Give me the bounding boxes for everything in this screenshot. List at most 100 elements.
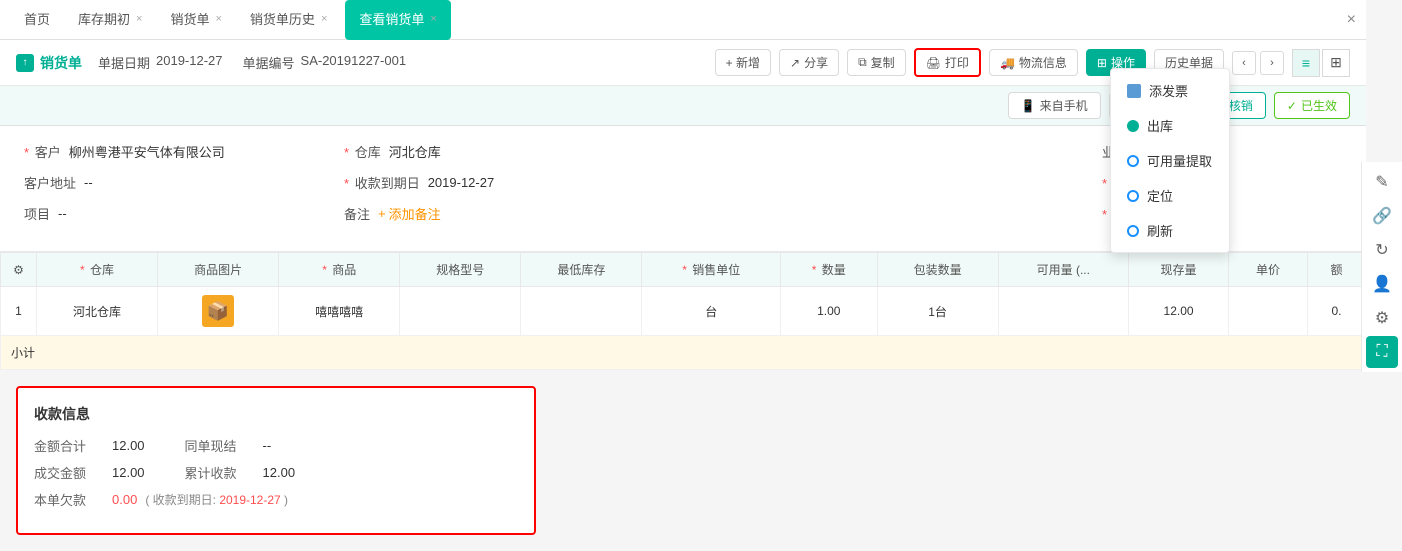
tab-home[interactable]: 首页 (10, 0, 64, 40)
tab-sales-history-label: 销货单历史 (250, 9, 315, 28)
row-warehouse: 河北仓库 (37, 287, 158, 336)
doc-date-field: 单据日期 2019-12-27 (98, 53, 223, 72)
summary-title: 收款信息 (34, 404, 518, 424)
transaction-amount-item: 成交金额 12.00 (34, 463, 145, 482)
locate-icon (1127, 190, 1139, 202)
summary-row-2: 成交金额 12.00 累计收款 12.00 (34, 463, 518, 482)
sidebar-edit-icon[interactable]: ✎ (1366, 166, 1398, 198)
due-date-red: 2019-12-27 (219, 493, 280, 507)
out-warehouse-label: 出库 (1147, 116, 1173, 135)
tab-sales-history-close[interactable]: × (321, 13, 327, 25)
tab-sales-order-close[interactable]: × (215, 13, 221, 25)
total-amount-label: 金额合计 (34, 436, 104, 455)
add-note-button[interactable]: + 添加备注 (378, 204, 441, 223)
transaction-amount-value: 12.00 (112, 465, 145, 480)
plus-icon: + (378, 206, 386, 221)
dropdown-add-invoice[interactable]: 添发票 (1111, 73, 1229, 108)
tab-sales-order[interactable]: 销货单 × (156, 0, 235, 40)
tab-inventory-init[interactable]: 库存期初 × (64, 0, 156, 40)
row-spec (400, 287, 521, 336)
col-unit-price: 单价 (1229, 253, 1308, 287)
row-current-stock: 12.00 (1129, 287, 1229, 336)
dropdown-menu: 添发票 出库 可用量提取 定位 刷新 (1110, 68, 1230, 253)
col-quantity: * 数量 (781, 253, 878, 287)
payment-date-field: * 收款到期日 2019-12-27 (344, 173, 624, 192)
view-toggle: ≡ ⊞ (1292, 49, 1350, 77)
customer-field: * 客户 柳州粤港平安气体有限公司 (24, 142, 304, 161)
total-amount-value: 12.00 (112, 438, 145, 453)
tab-home-label: 首页 (24, 9, 50, 28)
list-view-btn[interactable]: ≡ (1292, 49, 1320, 77)
new-button[interactable]: + 新增 (715, 49, 771, 76)
share-label: 分享 (804, 54, 828, 71)
note-field: 备注 + 添加备注 (344, 204, 624, 223)
tab-view-sales[interactable]: 查看销货单 × (345, 0, 450, 40)
col-product-img: 商品图片 (158, 253, 279, 287)
sidebar-user2-icon[interactable]: ⚙ (1366, 302, 1398, 334)
grid-icon: ⊞ (1097, 56, 1107, 70)
col-sales-unit: * 销售单位 (642, 253, 781, 287)
row-min-stock (521, 287, 642, 336)
row-sales-unit: 台 (642, 287, 781, 336)
from-phone-button[interactable]: 📱 来自手机 (1008, 92, 1101, 119)
doc-no-field: 单据编号 SA-20191227-001 (243, 53, 407, 72)
row-available (998, 287, 1128, 336)
col-min-stock: 最低库存 (521, 253, 642, 287)
sidebar-user-icon[interactable]: 👤 (1366, 268, 1398, 300)
copy-button[interactable]: ⧉ 复制 (847, 49, 906, 76)
sidebar-link-icon[interactable]: 🔗 (1366, 200, 1398, 232)
customer-value: 柳州粤港平安气体有限公司 (69, 142, 225, 161)
logistics-button[interactable]: 🚚 物流信息 (989, 49, 1078, 76)
available-qty-label: 可用量提取 (1147, 151, 1212, 170)
doc-title-area: ↑ 销货单 (16, 53, 82, 73)
same-order-value: -- (263, 438, 272, 453)
refresh-icon (1127, 225, 1139, 237)
col-amount: 额 (1308, 253, 1366, 287)
col-pack-qty: 包装数量 (877, 253, 998, 287)
customer-label: * 客户 (24, 142, 61, 161)
sidebar-refresh-icon[interactable]: ↻ (1366, 234, 1398, 266)
dropdown-available-qty[interactable]: 可用量提取 (1111, 143, 1229, 178)
address-value: -- (84, 175, 93, 190)
print-button[interactable]: 🖨 打印 (914, 48, 981, 77)
share-button[interactable]: ↗ 分享 (779, 49, 839, 76)
print-icon: 🖨 (926, 56, 941, 70)
sidebar-expand-icon[interactable]: ⛶ (1366, 336, 1398, 368)
effective-label: 已生效 (1301, 97, 1337, 114)
window-close-button[interactable]: × (1347, 11, 1356, 29)
logistics-label: 物流信息 (1019, 54, 1067, 71)
dropdown-refresh[interactable]: 刷新 (1111, 213, 1229, 248)
effective-button[interactable]: ✓ 已生效 (1274, 92, 1350, 119)
prev-arrow[interactable]: ‹ (1232, 51, 1256, 75)
transaction-amount-label: 成交金额 (34, 463, 104, 482)
address-field: 客户地址 -- (24, 173, 304, 192)
col-settings[interactable]: ⚙ (1, 253, 37, 287)
accumulated-item: 累计收款 12.00 (185, 463, 296, 482)
copy-label: 复制 (871, 54, 895, 71)
payment-date-value: 2019-12-27 (428, 175, 495, 190)
tab-view-sales-label: 查看销货单 (359, 9, 424, 28)
summary-box: 收款信息 金额合计 12.00 同单现结 -- 成交金额 12.00 累计收款 … (16, 386, 536, 535)
tab-sales-history[interactable]: 销货单历史 × (236, 0, 341, 40)
dropdown-locate[interactable]: 定位 (1111, 178, 1229, 213)
current-due-label: 本单欠款 (34, 490, 104, 509)
col-product: * 商品 (279, 253, 400, 287)
tab-inventory-init-close[interactable]: × (136, 13, 142, 25)
project-label: 项目 (24, 204, 50, 223)
data-table: ⚙ * 仓库 商品图片 * 商品 规格型号 最低库存 * 销售单位 * 数量 包… (0, 252, 1366, 370)
truck-icon: 🚚 (1000, 56, 1015, 70)
total-amount-item: 金额合计 12.00 (34, 436, 145, 455)
doc-date-label: 单据日期 (98, 53, 150, 72)
data-table-wrapper: ⚙ * 仓库 商品图片 * 商品 规格型号 最低库存 * 销售单位 * 数量 包… (0, 252, 1366, 370)
dropdown-out-warehouse[interactable]: 出库 (1111, 108, 1229, 143)
product-image: 📦 (202, 295, 234, 327)
col-warehouse: * 仓库 (37, 253, 158, 287)
doc-no-value: SA-20191227-001 (301, 53, 407, 72)
available-qty-icon (1127, 155, 1139, 167)
tab-view-sales-close[interactable]: × (430, 13, 436, 25)
next-arrow[interactable]: › (1260, 51, 1284, 75)
payment-date-label: * 收款到期日 (344, 173, 420, 192)
grid-view-btn[interactable]: ⊞ (1322, 49, 1350, 77)
summary-row-3: 本单欠款 0.00 ( 收款到期日: 2019-12-27 ) (34, 490, 518, 509)
doc-title-icon: ↑ (16, 54, 34, 72)
